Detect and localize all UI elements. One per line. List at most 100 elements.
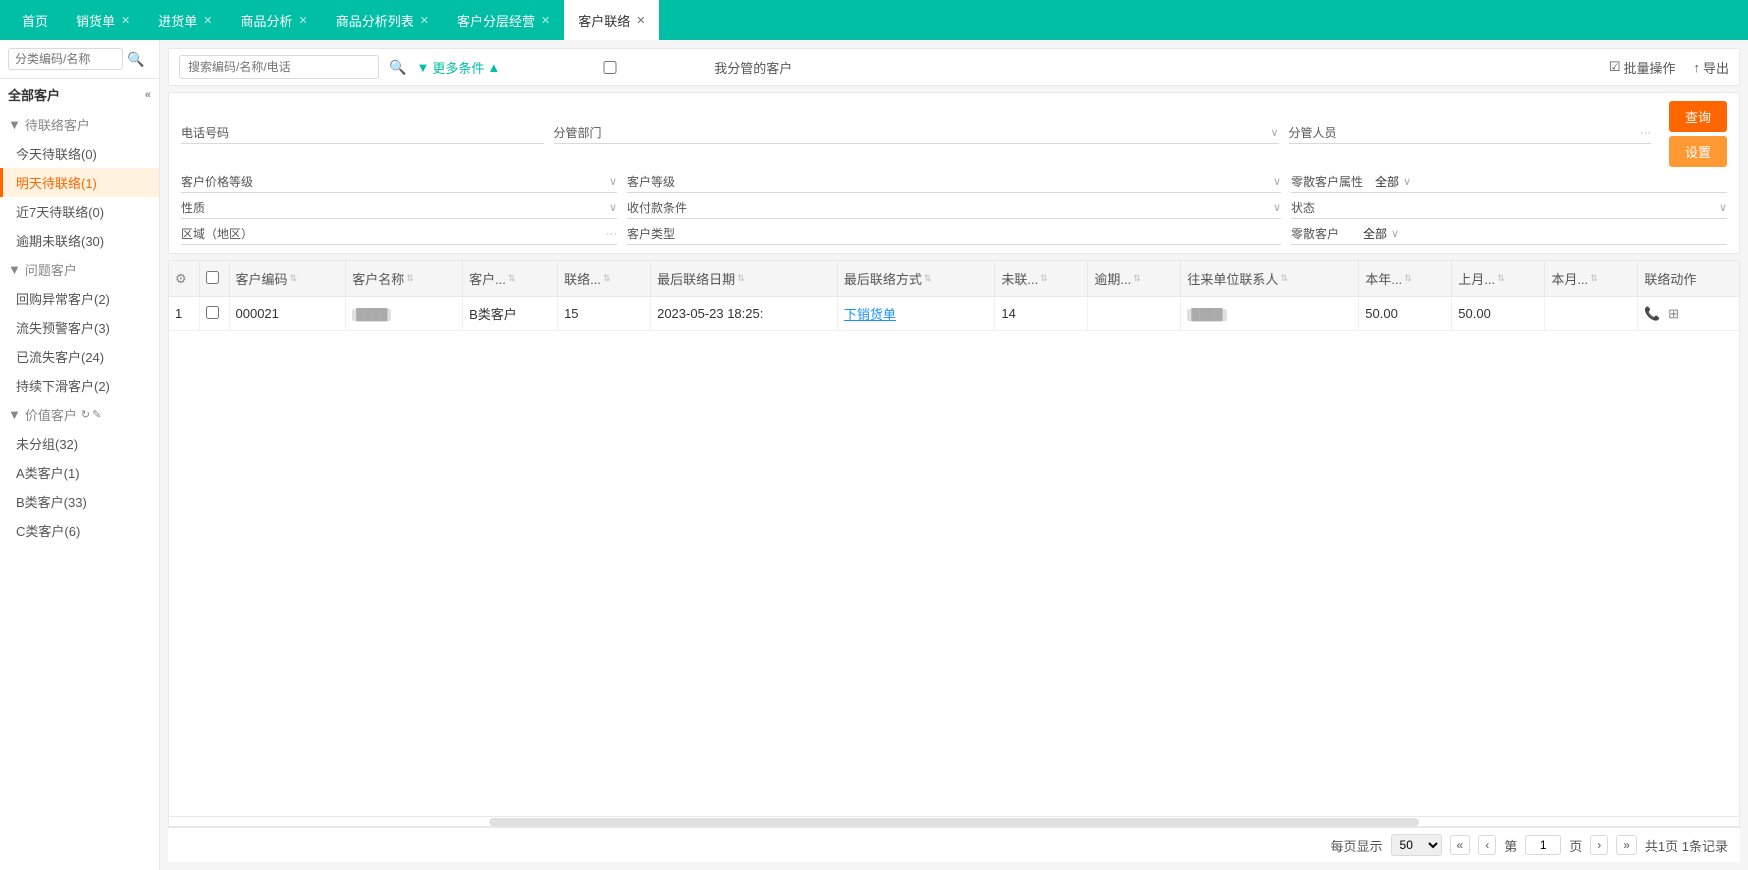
- nav-product-analysis[interactable]: 商品分析 ✕: [226, 0, 321, 40]
- export-button[interactable]: ↑ 导出: [1693, 58, 1729, 77]
- row-this-year: 50.00: [1359, 297, 1452, 331]
- close-customer-contact-icon[interactable]: ✕: [636, 14, 645, 27]
- th-settings[interactable]: ⚙: [169, 261, 199, 297]
- nav-home[interactable]: 首页: [8, 0, 62, 40]
- sidebar-item-abnormal-repurchase[interactable]: 回购异常客户(2): [0, 284, 159, 313]
- person-filter-field: 分管人员 ···: [1289, 124, 1652, 144]
- sidebar-item-continuous-decline[interactable]: 持续下滑客户(2): [0, 371, 159, 400]
- th-type: 客户... ⇅: [463, 261, 558, 297]
- status-input[interactable]: [1359, 201, 1715, 215]
- main-layout: 🔍 全部客户 « ▼ 待联络客户 今天待联络(0) 明天待联络(1) 近7天待联…: [0, 40, 1748, 870]
- customer-type-filter: 客户类型: [627, 225, 1281, 245]
- page-number-input[interactable]: [1525, 835, 1561, 855]
- action-grid-icon[interactable]: ⊞: [1668, 306, 1679, 321]
- sidebar-item-a-class[interactable]: A类客户(1): [0, 458, 159, 487]
- nav-purchase-order[interactable]: 进货单 ✕: [144, 0, 226, 40]
- export-icon: ↑: [1693, 60, 1700, 75]
- prev-page-button[interactable]: ‹: [1478, 835, 1496, 855]
- close-product-analysis-list-icon[interactable]: ✕: [420, 14, 429, 27]
- sidebar-item-churn-warning[interactable]: 流失预警客户(3): [0, 313, 159, 342]
- sort-arrows-code[interactable]: ⇅: [290, 273, 298, 284]
- sidebar-item-overdue-no-contact[interactable]: 逾期未联络(30): [0, 226, 159, 255]
- row-unit-contact: ████: [1181, 297, 1359, 331]
- last-page-button[interactable]: »: [1616, 835, 1637, 855]
- sidebar-item-ungrouped[interactable]: 未分组(32): [0, 429, 159, 458]
- select-all-checkbox[interactable]: [206, 271, 219, 284]
- row-seq: 1: [169, 297, 199, 331]
- dept-chevron-icon: ∨: [1270, 126, 1278, 139]
- filter-row-4: 区域（地区） ··· 客户类型 零散客户 全部 ∨: [181, 225, 1727, 245]
- region-input[interactable]: [261, 227, 602, 241]
- first-page-button[interactable]: «: [1450, 835, 1471, 855]
- sidebar-item-b-class[interactable]: B类客户(33): [0, 487, 159, 516]
- sort-arrows-last-method[interactable]: ⇅: [924, 273, 932, 284]
- sidebar-item-7days-pending[interactable]: 近7天待联络(0): [0, 197, 159, 226]
- person-input[interactable]: [1357, 126, 1637, 140]
- gender-filter: 性质 ∨: [181, 199, 617, 219]
- sort-arrows-overdue[interactable]: ⇅: [1133, 273, 1141, 284]
- sidebar-item-today-pending[interactable]: 今天待联络(0): [0, 139, 159, 168]
- customer-type-input[interactable]: [695, 227, 1281, 241]
- customer-level-input[interactable]: [695, 175, 1269, 189]
- nav-customer-tiering[interactable]: 客户分层经营 ✕: [443, 0, 564, 40]
- close-purchase-order-icon[interactable]: ✕: [203, 14, 212, 27]
- my-customers-checkbox[interactable]: [510, 61, 710, 74]
- sidebar-item-churned[interactable]: 已流失客户(24): [0, 342, 159, 371]
- gender-input[interactable]: [249, 201, 605, 215]
- row-uncontacted: 14: [995, 297, 1088, 331]
- horizontal-scrollbar[interactable]: [168, 817, 1740, 827]
- dept-input[interactable]: [622, 126, 1267, 140]
- sidebar-item-c-class[interactable]: C类客户(6): [0, 516, 159, 545]
- sort-arrows-contacts[interactable]: ⇅: [603, 273, 611, 284]
- nav-customer-contact[interactable]: 客户联络 ✕: [564, 0, 659, 40]
- sort-arrows-type[interactable]: ⇅: [508, 273, 516, 284]
- nav-sales-order[interactable]: 销货单 ✕: [62, 0, 144, 40]
- phone-input[interactable]: [249, 126, 544, 140]
- row-contacts: 15: [558, 297, 651, 331]
- row-checkbox[interactable]: [199, 297, 229, 331]
- batch-operation-button[interactable]: ☑ 批量操作: [1609, 58, 1676, 77]
- nav-product-analysis-list[interactable]: 商品分析列表 ✕: [322, 0, 443, 40]
- price-level-input[interactable]: [261, 175, 605, 189]
- sort-arrows-unit-contact[interactable]: ⇅: [1280, 273, 1288, 284]
- column-settings-icon[interactable]: ⚙: [175, 271, 187, 286]
- search-submit-icon[interactable]: 🔍: [389, 59, 406, 76]
- value-group-label: ▼ 价值客户 ↻ ✎: [0, 400, 159, 429]
- scroll-thumb[interactable]: [489, 818, 1419, 826]
- close-customer-tiering-icon[interactable]: ✕: [541, 14, 550, 27]
- top-navigation: 首页 销货单 ✕ 进货单 ✕ 商品分析 ✕ 商品分析列表 ✕ 客户分层经营 ✕ …: [0, 0, 1748, 40]
- th-unit-contact: 往来单位联系人 ⇅: [1181, 261, 1359, 297]
- page-size-select[interactable]: 50 100 200: [1391, 834, 1442, 856]
- close-product-analysis-icon[interactable]: ✕: [299, 14, 308, 27]
- edit-value-icon[interactable]: ✎: [92, 408, 101, 421]
- payment-input[interactable]: [695, 201, 1269, 215]
- settings-button[interactable]: 设置: [1669, 136, 1727, 167]
- close-sales-order-icon[interactable]: ✕: [121, 14, 130, 27]
- sort-arrows-last-date[interactable]: ⇅: [737, 273, 745, 284]
- sort-arrows-uncontacted[interactable]: ⇅: [1040, 273, 1048, 284]
- region-more-icon[interactable]: ···: [606, 228, 617, 240]
- triangle-down-icon: ▼: [8, 117, 21, 132]
- retail-attr-filter: 零散客户属性 全部 ∨: [1291, 173, 1727, 193]
- action-phone-icon[interactable]: 📞: [1644, 306, 1660, 321]
- person-more-icon[interactable]: ···: [1640, 127, 1651, 139]
- next-page-button[interactable]: ›: [1590, 835, 1608, 855]
- sidebar-item-tomorrow-pending[interactable]: 明天待联络(1): [0, 168, 159, 197]
- row-last-contact-method[interactable]: 下销货单: [837, 297, 995, 331]
- sort-arrows-this-year[interactable]: ⇅: [1404, 273, 1412, 284]
- total-records: 共1页 1条记录: [1645, 836, 1728, 855]
- sort-arrows-name[interactable]: ⇅: [406, 273, 414, 284]
- triangle-down-icon-3: ▼: [8, 407, 21, 422]
- my-customers-checkbox-area[interactable]: 我分管的客户: [510, 58, 792, 77]
- th-last-contact-method: 最后联络方式 ⇅: [837, 261, 995, 297]
- search-input[interactable]: [179, 55, 379, 79]
- sidebar-search-input[interactable]: [8, 48, 123, 70]
- data-table-container: ⚙ 客户编码 ⇅ 客户名称: [168, 260, 1740, 817]
- all-customers-header[interactable]: 全部客户 «: [0, 79, 159, 110]
- more-filter-button[interactable]: ▼ 更多条件 ▲: [416, 58, 500, 77]
- sort-arrows-this-month[interactable]: ⇅: [1590, 273, 1598, 284]
- refresh-value-icon[interactable]: ↻: [81, 408, 90, 421]
- sidebar-search-icon[interactable]: 🔍: [127, 51, 144, 68]
- sort-arrows-last-month[interactable]: ⇅: [1497, 273, 1505, 284]
- query-button[interactable]: 查询: [1669, 101, 1727, 132]
